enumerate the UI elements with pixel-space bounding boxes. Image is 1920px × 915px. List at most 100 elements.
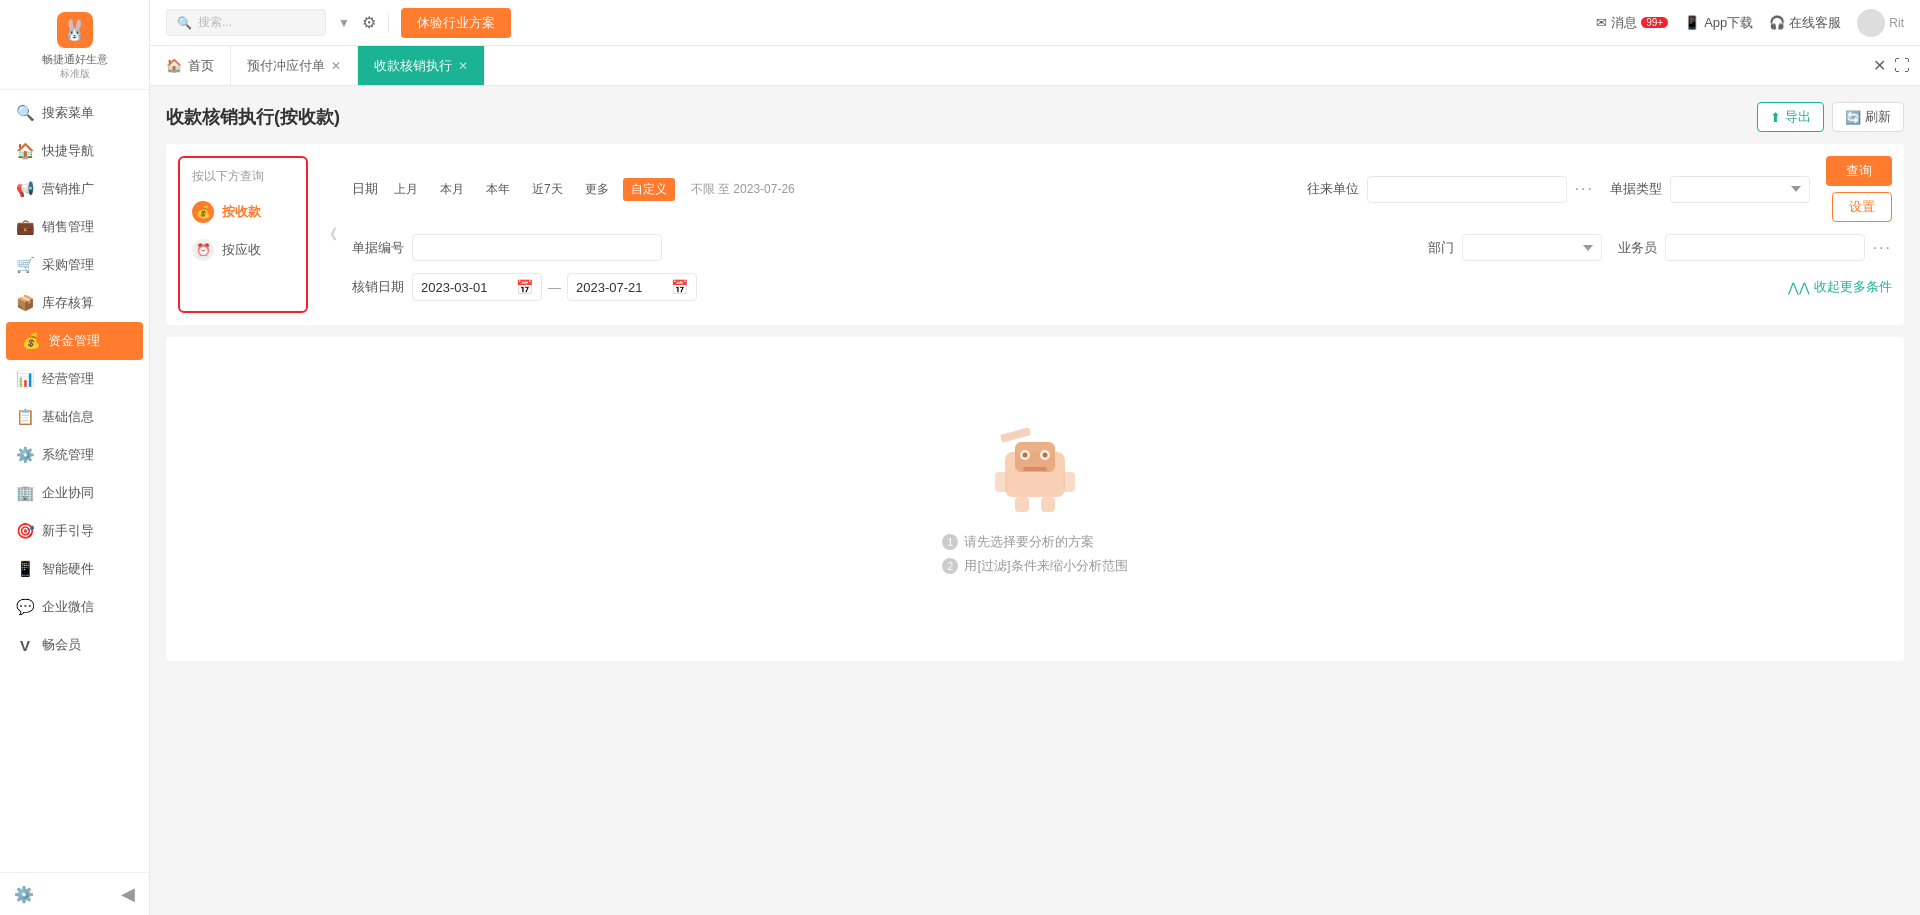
capital-icon: 💰 (22, 332, 40, 350)
sidebar-item-operations[interactable]: 📊 经营管理 (0, 360, 149, 398)
last-7days-btn[interactable]: 近7天 (524, 178, 571, 201)
more-date-btn[interactable]: 更多 (577, 178, 617, 201)
smart-hw-icon: 📱 (16, 560, 34, 578)
counterparty-input[interactable] (1367, 176, 1567, 203)
collapse-more-button[interactable]: ⋀⋀ 收起更多条件 (1788, 278, 1892, 296)
staff-more-icon[interactable]: ··· (1873, 239, 1892, 257)
sidebar-item-sales[interactable]: 💼 销售管理 (0, 208, 149, 246)
last-month-btn[interactable]: 上月 (386, 178, 426, 201)
tab-home[interactable]: 🏠 首页 (150, 46, 231, 85)
this-year-btn[interactable]: 本年 (478, 178, 518, 201)
app-logo: 🐰 畅捷通好生意 标准版 (0, 0, 149, 90)
sidebar-item-search-menu[interactable]: 🔍 搜索菜单 (0, 94, 149, 132)
tab-receipt-verify[interactable]: 收款核销执行 ✕ (358, 46, 485, 85)
collapse-icon: ⋀⋀ (1788, 280, 1810, 295)
basic-info-icon: 📋 (16, 408, 34, 426)
sidebar-item-purchase[interactable]: 🛒 采购管理 (0, 246, 149, 284)
tip-1-num: 1 (942, 534, 958, 550)
sidebar-collapse-btn[interactable]: ◀ (121, 883, 135, 905)
messages-button[interactable]: ✉ 消息 99+ (1596, 14, 1668, 32)
department-filter-group: 部门 (1428, 234, 1602, 261)
page-content: 收款核销执行(按收款) ⬆ 导出 🔄 刷新 按以下方查询 💰 按收款 (150, 86, 1920, 915)
department-select[interactable] (1462, 234, 1602, 261)
logo-icon: 🐰 (57, 12, 93, 48)
sidebar-item-inventory[interactable]: 📦 库存核算 (0, 284, 149, 322)
refresh-button[interactable]: 🔄 刷新 (1832, 102, 1904, 132)
sidebar-item-capital[interactable]: 💰 资金管理 (6, 322, 143, 360)
sidebar-footer: ⚙️ ◀ (0, 872, 149, 915)
voucher-type-select[interactable] (1670, 176, 1810, 203)
footer-gear-icon[interactable]: ⚙️ (14, 885, 34, 904)
online-service-button[interactable]: 🎧 在线客服 (1769, 14, 1841, 32)
member-icon: V (16, 637, 34, 654)
sidebar-item-basic-info[interactable]: 📋 基础信息 (0, 398, 149, 436)
date-filter-group: 日期 上月 本月 本年 近7天 更多 自定义 (352, 178, 675, 201)
tab-prepay-close-icon[interactable]: ✕ (331, 59, 341, 73)
page-title: 收款核销执行(按收款) (166, 105, 340, 129)
filter-collapse-button[interactable]: 《 (320, 156, 340, 313)
topbar-search-box[interactable]: 🔍 搜索... (166, 9, 326, 36)
voucher-num-filter-group: 单据编号 (352, 234, 662, 261)
app-name: 畅捷通好生意 (42, 52, 108, 67)
search-icon: 🔍 (177, 16, 192, 30)
sidebar-item-member[interactable]: V 畅会员 (0, 626, 149, 664)
app-download-button[interactable]: 📱 App下载 (1684, 14, 1753, 32)
enterprise-icon: 🏢 (16, 484, 34, 502)
refresh-icon: 🔄 (1845, 110, 1861, 125)
tab-close-all-icon[interactable]: ✕ (1873, 56, 1886, 75)
query-button[interactable]: 查询 (1826, 156, 1892, 186)
tab-prepay[interactable]: 预付冲应付单 ✕ (231, 46, 358, 85)
tab-receipt-verify-close-icon[interactable]: ✕ (458, 59, 468, 73)
tabbar: 🏠 首页 预付冲应付单 ✕ 收款核销执行 ✕ ✕ ⛶ (150, 46, 1920, 86)
topbar-right: ✉ 消息 99+ 📱 App下载 🎧 在线客服 Rit (1596, 9, 1904, 37)
verify-date-start-input[interactable]: 2023-03-01 📅 (412, 273, 542, 301)
filter-by-receipt[interactable]: 💰 按收款 (180, 193, 306, 231)
sidebar-item-marketing[interactable]: 📢 营销推广 (0, 170, 149, 208)
sidebar-item-quick-nav[interactable]: 🏠 快捷导航 (0, 132, 149, 170)
staff-input[interactable] (1665, 234, 1865, 261)
counterparty-more-icon[interactable]: ··· (1575, 180, 1594, 198)
date-separator: — (548, 280, 561, 295)
verify-date-end-input[interactable]: 2023-07-21 📅 (567, 273, 697, 301)
sidebar-item-system[interactable]: ⚙️ 系统管理 (0, 436, 149, 474)
settings-button[interactable]: 设置 (1832, 192, 1892, 222)
tip-2-num: 2 (942, 558, 958, 574)
home-icon: 🏠 (166, 58, 182, 73)
user-avatar (1857, 9, 1885, 37)
operations-icon: 📊 (16, 370, 34, 388)
inventory-icon: 📦 (16, 294, 34, 312)
export-button[interactable]: ⬆ 导出 (1757, 102, 1824, 132)
empty-illustration (985, 417, 1085, 517)
this-month-btn[interactable]: 本月 (432, 178, 472, 201)
sidebar-nav: 🔍 搜索菜单 🏠 快捷导航 📢 营销推广 💼 销售管理 🛒 采购管理 📦 库存核… (0, 90, 149, 872)
svg-rect-11 (1000, 427, 1031, 442)
sidebar: 🐰 畅捷通好生意 标准版 🔍 搜索菜单 🏠 快捷导航 📢 营销推广 💼 销售管理… (0, 0, 150, 915)
purchase-icon: 🛒 (16, 256, 34, 274)
settings-icon[interactable]: ⚙ (362, 13, 376, 32)
voucher-type-label: 单据类型 (1610, 180, 1662, 198)
verify-date-range: 2023-03-01 📅 — 2023-07-21 📅 (412, 273, 697, 301)
date-range-text-group: 不限 至 2023-07-26 (691, 181, 795, 198)
filter-row-2: 单据编号 部门 业务员 ··· (352, 234, 1892, 261)
filter-by-receivable[interactable]: ⏰ 按应收 (180, 231, 306, 269)
guide-icon: 🎯 (16, 522, 34, 540)
empty-state: 1 请先选择要分析的方案 2 用[过滤]条件来缩小分析范围 (166, 337, 1904, 661)
svg-point-4 (1023, 453, 1028, 458)
calendar-end-icon[interactable]: 📅 (671, 279, 688, 295)
sidebar-item-wecom[interactable]: 💬 企业微信 (0, 588, 149, 626)
page-header-actions: ⬆ 导出 🔄 刷新 (1757, 102, 1904, 132)
sidebar-item-smart-hw[interactable]: 📱 智能硬件 (0, 550, 149, 588)
main-area: 🔍 搜索... ▼ ⚙ 休验行业方案 ✉ 消息 99+ 📱 App下载 🎧 在线… (150, 0, 1920, 915)
page-header: 收款核销执行(按收款) ⬆ 导出 🔄 刷新 (166, 102, 1904, 132)
tab-expand-icon[interactable]: ⛶ (1894, 57, 1910, 75)
empty-tips: 1 请先选择要分析的方案 2 用[过滤]条件来缩小分析范围 (942, 533, 1127, 581)
sidebar-item-guide[interactable]: 🎯 新手引导 (0, 512, 149, 550)
calendar-start-icon[interactable]: 📅 (516, 279, 533, 295)
custom-date-btn[interactable]: 自定义 (623, 178, 675, 201)
user-area[interactable]: Rit (1857, 9, 1904, 37)
sidebar-item-enterprise[interactable]: 🏢 企业协同 (0, 474, 149, 512)
svg-point-5 (1043, 453, 1048, 458)
voucher-num-input[interactable] (412, 234, 662, 261)
industry-solution-button[interactable]: 休验行业方案 (401, 8, 511, 38)
staff-filter-group: 业务员 ··· (1618, 234, 1892, 261)
